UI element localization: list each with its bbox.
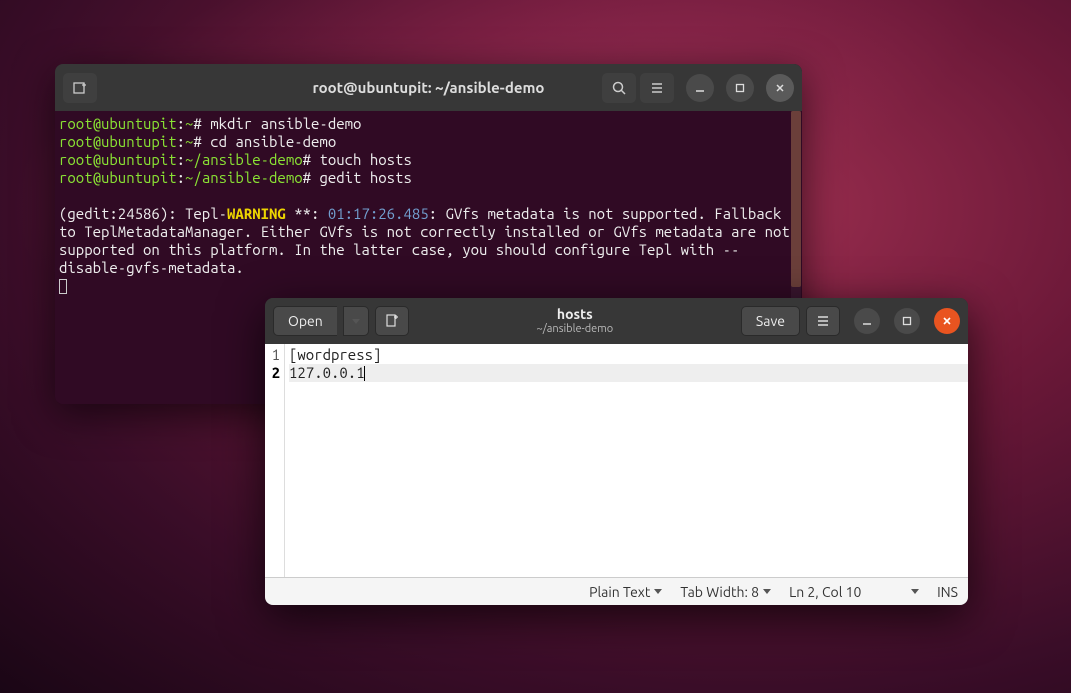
scrollbar-thumb[interactable] [791, 111, 801, 287]
editor-line: [wordpress] [289, 346, 968, 364]
new-tab-button[interactable] [63, 73, 97, 103]
gedit-maximize-button[interactable] [894, 308, 920, 334]
gedit-hamburger-button[interactable] [806, 306, 840, 336]
warn-timestamp: 01:17:26.485 [328, 205, 429, 222]
maximize-icon [735, 83, 745, 93]
gedit-body: 1 2 [wordpress] 127.0.0.1 [265, 344, 968, 577]
maximize-button[interactable] [726, 74, 754, 102]
editor-area[interactable]: [wordpress] 127.0.0.1 [285, 344, 968, 577]
hamburger-icon [815, 313, 831, 329]
chevron-down-icon [654, 589, 662, 594]
gedit-subtitle: ~/ansible-demo [415, 323, 735, 335]
save-button[interactable]: Save [741, 306, 800, 336]
maximize-icon [902, 316, 912, 326]
gedit-window: Open hosts ~/ansible-demo Save 1 2 [265, 298, 968, 605]
open-button[interactable]: Open [273, 306, 337, 336]
gedit-statusbar: Plain Text Tab Width: 8 Ln 2, Col 10 INS [265, 577, 968, 605]
chevron-down-icon [911, 589, 919, 594]
line-number-gutter: 1 2 [265, 344, 285, 577]
editor-cursor [364, 366, 365, 381]
new-document-icon [384, 313, 400, 329]
line-number: 2 [265, 364, 282, 382]
warn-prefix: (gedit:24586): Tepl- [59, 205, 227, 222]
close-icon [942, 316, 952, 326]
new-document-button[interactable] [375, 306, 409, 336]
syntax-selector[interactable]: Plain Text [589, 584, 662, 600]
gedit-minimize-button[interactable] [854, 308, 880, 334]
tab-width-selector[interactable]: Tab Width: 8 [680, 584, 771, 600]
command: mkdir ansible-demo [210, 115, 361, 132]
insert-mode[interactable]: INS [937, 584, 958, 600]
prompt-user: root@ubuntupit [59, 115, 177, 132]
open-recent-dropdown[interactable] [343, 306, 369, 336]
minimize-icon [862, 316, 872, 326]
terminal-titlebar: root@ubuntupit: ~/ansible-demo [55, 64, 802, 111]
close-button[interactable] [766, 74, 794, 102]
editor-line: 127.0.0.1 [289, 364, 968, 382]
chevron-down-icon [763, 589, 771, 594]
gedit-title: hosts [415, 307, 735, 322]
minimize-button[interactable] [686, 74, 714, 102]
close-icon [775, 83, 785, 93]
warn-label: WARNING [227, 205, 286, 222]
hamburger-menu-button[interactable] [640, 73, 674, 103]
hamburger-icon [649, 80, 665, 96]
search-icon [611, 80, 627, 96]
gedit-titlebar: Open hosts ~/ansible-demo Save [265, 298, 968, 344]
search-button[interactable] [602, 73, 636, 103]
chevron-down-icon [352, 319, 360, 324]
gedit-close-button[interactable] [934, 308, 960, 334]
terminal-cursor [59, 279, 67, 294]
gedit-title-wrap: hosts ~/ansible-demo [415, 307, 735, 334]
line-number: 1 [265, 346, 282, 364]
minimize-icon [695, 83, 705, 93]
cursor-position[interactable]: Ln 2, Col 10 [789, 584, 919, 600]
